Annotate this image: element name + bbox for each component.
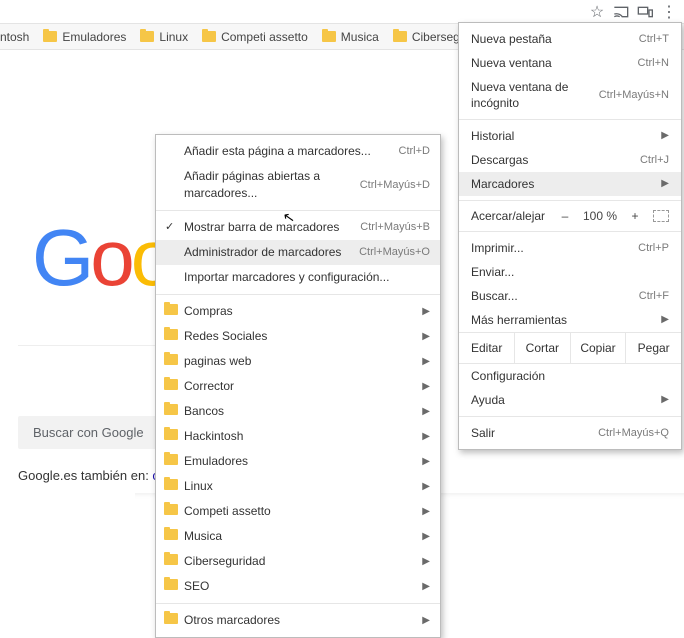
- bookmark-folder[interactable]: ntosh: [0, 30, 29, 44]
- submenu-folder[interactable]: Corrector▶: [156, 374, 440, 399]
- google-search-button[interactable]: Buscar con Google: [18, 416, 159, 449]
- zoom-in-button[interactable]: +: [627, 209, 643, 223]
- chrome-main-menu: Nueva pestañaCtrl+T Nueva ventanaCtrl+N …: [458, 22, 682, 450]
- language-line: Google.es también en: cata: [18, 468, 177, 483]
- menu-bookmarks[interactable]: Marcadores▶: [459, 172, 681, 196]
- chevron-right-icon: ▶: [422, 478, 430, 495]
- submenu-folder[interactable]: Ciberseguridad▶: [156, 549, 440, 574]
- chevron-right-icon: ▶: [422, 553, 430, 570]
- menu-downloads[interactable]: DescargasCtrl+J: [459, 148, 681, 172]
- submenu-import[interactable]: Importar marcadores y configuración...: [156, 265, 440, 290]
- folder-icon: [164, 504, 178, 515]
- bookmark-label: Competi assetto: [221, 30, 308, 44]
- submenu-folder[interactable]: Emuladores▶: [156, 449, 440, 474]
- chevron-right-icon: ▶: [422, 403, 430, 420]
- menu-new-tab[interactable]: Nueva pestañaCtrl+T: [459, 27, 681, 51]
- chevron-right-icon: ▶: [422, 353, 430, 370]
- chevron-right-icon: ▶: [422, 503, 430, 520]
- cast-icon[interactable]: [612, 3, 630, 21]
- chevron-right-icon: ▶: [661, 312, 669, 328]
- submenu-add-open-pages[interactable]: Añadir páginas abiertas a marcadores...C…: [156, 164, 440, 206]
- zoom-label: Acercar/alejar: [471, 209, 545, 223]
- submenu-show-bar[interactable]: ✓Mostrar barra de marcadoresCtrl+Mayús+B: [156, 215, 440, 240]
- bookmarks-submenu: Añadir esta página a marcadores...Ctrl+D…: [155, 134, 441, 638]
- menu-find[interactable]: Buscar...Ctrl+F: [459, 284, 681, 308]
- menu-new-window[interactable]: Nueva ventanaCtrl+N: [459, 51, 681, 75]
- folder-icon: [43, 31, 57, 42]
- chevron-right-icon: ▶: [422, 578, 430, 595]
- chevron-right-icon: ▶: [422, 303, 430, 320]
- chevron-right-icon: ▶: [661, 176, 669, 192]
- kebab-menu-icon[interactable]: ⋮: [660, 3, 678, 21]
- folder-icon: [164, 613, 178, 624]
- star-icon[interactable]: ☆: [588, 3, 606, 21]
- submenu-folder[interactable]: Linux▶: [156, 474, 440, 499]
- paste-button[interactable]: Pegar: [626, 333, 681, 363]
- folder-icon: [164, 554, 178, 565]
- folder-icon: [164, 579, 178, 590]
- folder-icon: [164, 304, 178, 315]
- submenu-folder[interactable]: Competi assetto▶: [156, 499, 440, 524]
- chevron-right-icon: ▶: [422, 528, 430, 545]
- submenu-folder[interactable]: Redes Sociales▶: [156, 324, 440, 349]
- folder-icon: [164, 379, 178, 390]
- zoom-out-button[interactable]: –: [557, 209, 573, 223]
- submenu-folder[interactable]: SEO▶: [156, 574, 440, 599]
- bookmark-folder[interactable]: Competi assetto: [202, 30, 308, 44]
- chevron-right-icon: ▶: [422, 378, 430, 395]
- menu-history[interactable]: Historial▶: [459, 124, 681, 148]
- folder-icon: [164, 479, 178, 490]
- submenu-folder[interactable]: Musica▶: [156, 524, 440, 549]
- submenu-folder[interactable]: Compras▶: [156, 299, 440, 324]
- bookmark-folder[interactable]: Emuladores: [43, 30, 126, 44]
- chevron-right-icon: ▶: [661, 128, 669, 144]
- folder-icon: [164, 454, 178, 465]
- bookmark-label: Musica: [341, 30, 379, 44]
- menu-zoom-row: Acercar/alejar – 100 % +: [459, 205, 681, 227]
- menu-more-tools[interactable]: Más herramientas▶: [459, 308, 681, 332]
- chevron-right-icon: ▶: [422, 612, 430, 629]
- submenu-folder[interactable]: Hackintosh▶: [156, 424, 440, 449]
- bookmark-folder[interactable]: Musica: [322, 30, 379, 44]
- folder-icon: [393, 31, 407, 42]
- chevron-right-icon: ▶: [422, 453, 430, 470]
- menu-settings[interactable]: Configuración: [459, 364, 681, 388]
- submenu-folder[interactable]: Bancos▶: [156, 399, 440, 424]
- browser-toolbar: ☆ ⋮: [0, 0, 684, 24]
- copy-button[interactable]: Copiar: [571, 333, 627, 363]
- menu-edit-row: Editar Cortar Copiar Pegar: [459, 332, 681, 364]
- menu-print[interactable]: Imprimir...Ctrl+P: [459, 236, 681, 260]
- folder-icon: [164, 329, 178, 340]
- submenu-other-bookmarks[interactable]: Otros marcadores▶: [156, 608, 440, 633]
- menu-exit[interactable]: SalirCtrl+Mayús+Q: [459, 421, 681, 445]
- edit-label: Editar: [459, 333, 515, 363]
- google-logo: Goo: [32, 212, 171, 304]
- folder-icon: [164, 529, 178, 540]
- bookmark-folder[interactable]: Linux: [140, 30, 188, 44]
- bookmark-label: Emuladores: [62, 30, 126, 44]
- folder-icon: [140, 31, 154, 42]
- submenu-bookmark-manager[interactable]: Administrador de marcadoresCtrl+Mayús+O: [156, 240, 440, 265]
- menu-cast[interactable]: Enviar...: [459, 260, 681, 284]
- menu-help[interactable]: Ayuda▶: [459, 388, 681, 412]
- folder-icon: [322, 31, 336, 42]
- folder-icon: [164, 429, 178, 440]
- folder-icon: [164, 354, 178, 365]
- chevron-right-icon: ▶: [422, 328, 430, 345]
- check-icon: ✓: [165, 219, 174, 236]
- menu-incognito[interactable]: Nueva ventana de incógnitoCtrl+Mayús+N: [459, 75, 681, 115]
- chevron-right-icon: ▶: [422, 428, 430, 445]
- bookmark-label: Linux: [159, 30, 188, 44]
- devices-icon[interactable]: [636, 3, 654, 21]
- fullscreen-icon[interactable]: [653, 210, 669, 222]
- submenu-add-page[interactable]: Añadir esta página a marcadores...Ctrl+D: [156, 139, 440, 164]
- folder-icon: [202, 31, 216, 42]
- submenu-folder[interactable]: paginas web▶: [156, 349, 440, 374]
- folder-icon: [164, 404, 178, 415]
- cut-button[interactable]: Cortar: [515, 333, 571, 363]
- zoom-value: 100 %: [583, 209, 617, 223]
- chevron-right-icon: ▶: [661, 392, 669, 408]
- bookmark-label: ntosh: [0, 30, 29, 44]
